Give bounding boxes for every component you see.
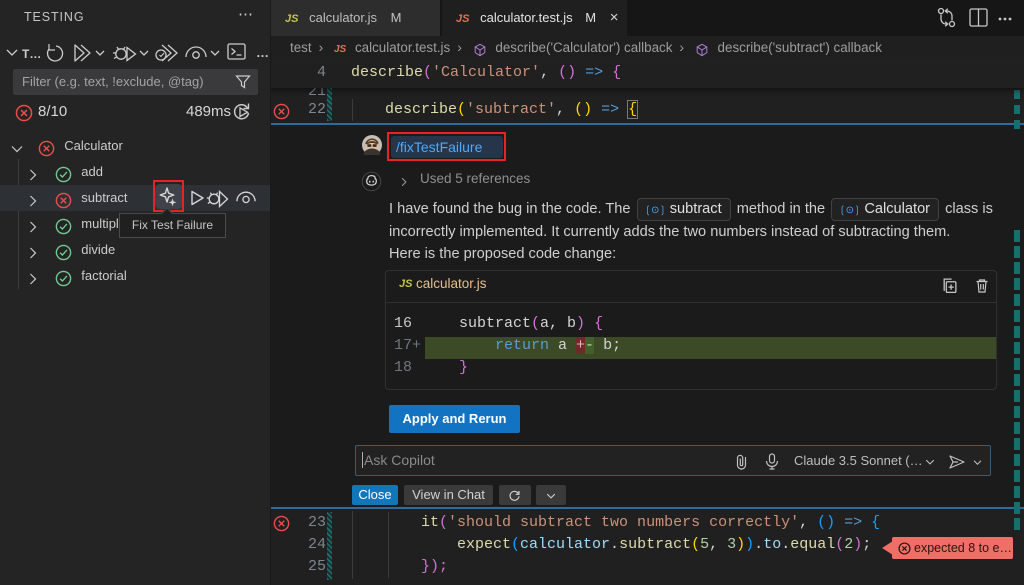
svg-text:T…: T… [22, 47, 41, 61]
svg-text:…: … [256, 45, 269, 60]
